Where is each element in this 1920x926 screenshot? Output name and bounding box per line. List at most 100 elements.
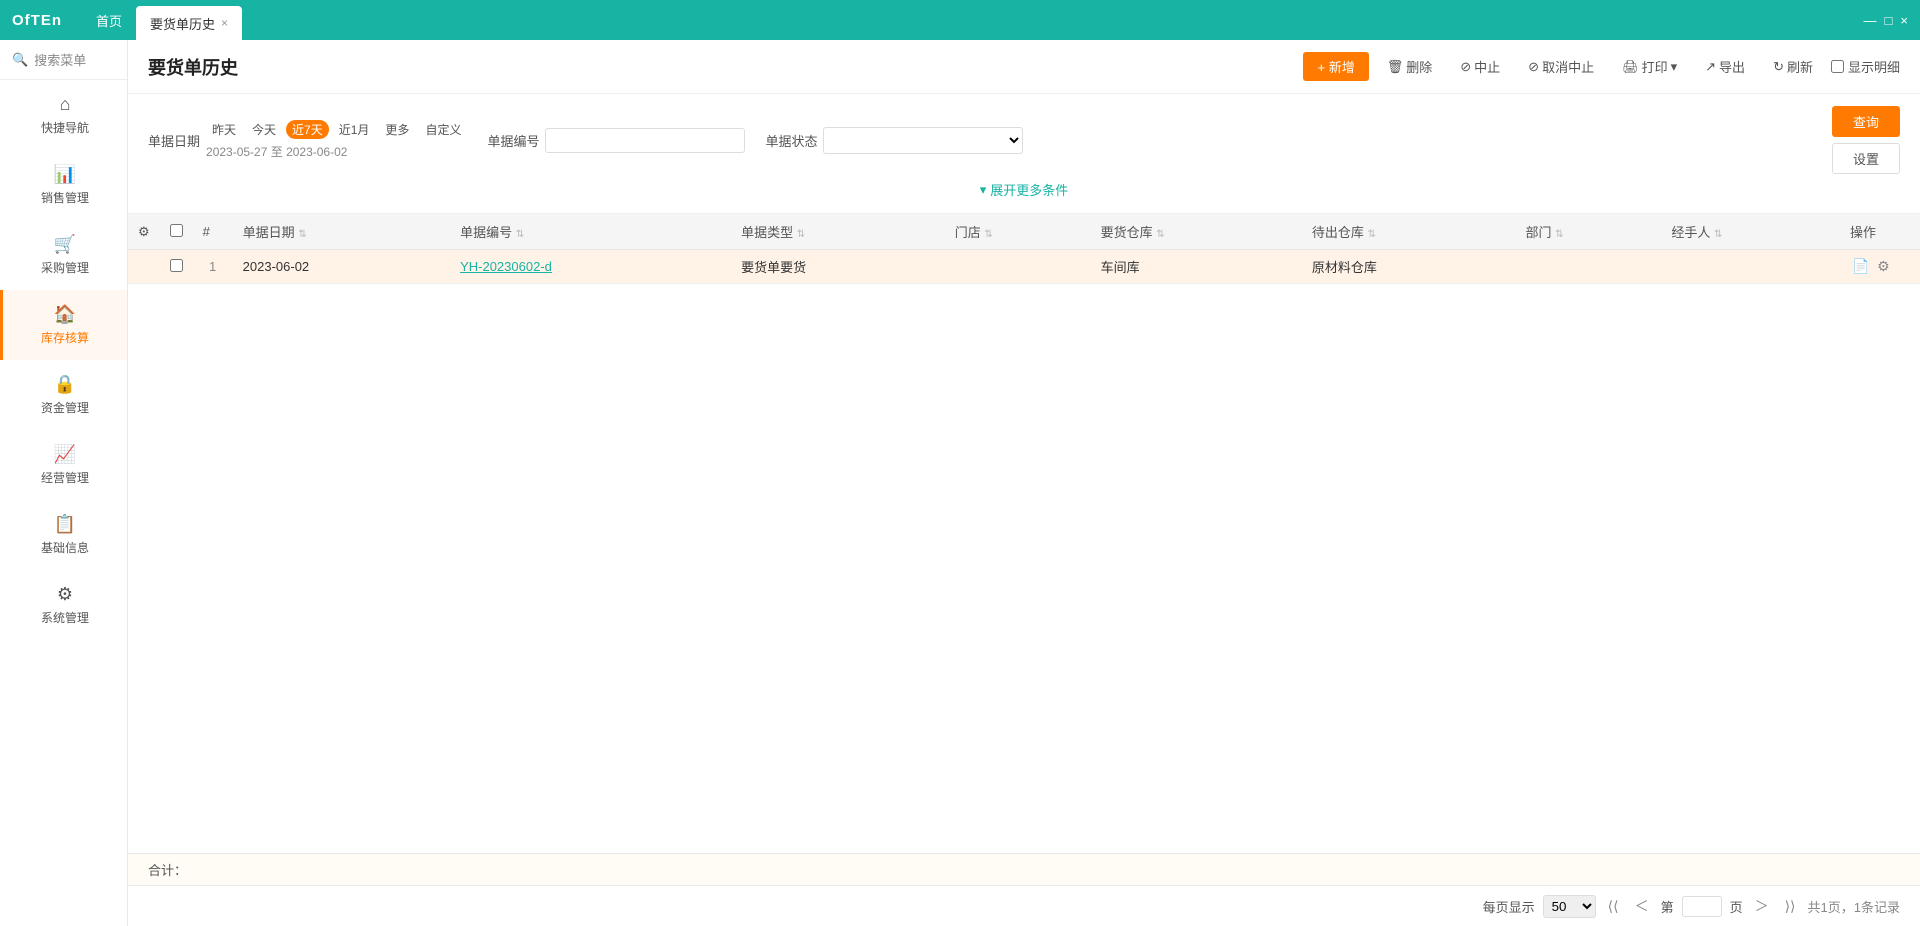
row-department — [1516, 250, 1662, 284]
row-checkbox[interactable] — [160, 250, 193, 284]
stop-button[interactable]: ⊘ 中止 — [1450, 52, 1510, 81]
export-button[interactable]: ↗ 导出 — [1695, 52, 1755, 81]
page-total: 共1页，1条记录 — [1808, 897, 1900, 916]
display-detail-toggle[interactable]: 显示明细 — [1831, 57, 1900, 76]
tab-purchase-history[interactable]: 要货单历史 × — [136, 6, 242, 40]
date-filter-label: 单据日期 — [148, 131, 200, 150]
col-store-header[interactable]: 门店 ⇅ — [945, 214, 1091, 250]
col-gear[interactable]: ⚙ — [128, 214, 160, 250]
col-num-header: # — [193, 214, 233, 250]
sidebar-item-operations[interactable]: 📈 经营管理 — [0, 430, 127, 500]
col-type-header[interactable]: 单据类型 ⇅ — [731, 214, 945, 250]
shortcut-last7days[interactable]: 近7天 — [286, 120, 329, 139]
sidebar-item-quick-nav[interactable]: ⌂ 快捷导航 — [0, 80, 127, 150]
row-pendingwarehouse: 原材料仓库 — [1302, 250, 1516, 284]
row-gear — [128, 250, 160, 284]
close-tab-icon[interactable]: × — [221, 16, 228, 30]
row-actions: 📄 ⚙ — [1840, 250, 1920, 284]
query-button[interactable]: 查询 — [1832, 106, 1900, 137]
row-view-icon[interactable]: 📄 — [1852, 258, 1869, 274]
pagination-prev[interactable]: ＜ — [1631, 894, 1653, 918]
data-table: ⚙ # 单据日期 ⇅ 单据编号 ⇅ — [128, 214, 1920, 284]
col-department-header[interactable]: 部门 ⇅ — [1516, 214, 1662, 250]
sidebar: 🔍 搜索菜单 ⌂ 快捷导航 📊 销售管理 🛒 采购管理 🏠 库存核算 🔒 — [0, 40, 128, 926]
tab-home[interactable]: 首页 — [82, 0, 136, 40]
shortcut-last1month[interactable]: 近1月 — [333, 120, 376, 139]
col-date-header[interactable]: 单据日期 ⇅ — [233, 214, 450, 250]
cancel-stop-button[interactable]: ⊘ 取消中止 — [1518, 52, 1604, 81]
row-handler — [1661, 250, 1840, 284]
pagination: 每页显示 102050100 ⟨⟨ ＜ 第 1 页 ＞ ⟩⟩ 共1页，1条记录 — [128, 885, 1920, 926]
sidebar-search[interactable]: 🔍 搜索菜单 — [0, 40, 127, 80]
window-close-btn[interactable]: × — [1900, 13, 1908, 28]
sales-icon: 📊 — [54, 164, 76, 185]
sort-orderno-icon: ⇅ — [516, 229, 524, 240]
expand-more-btn[interactable]: ▾ 展开更多条件 — [148, 174, 1900, 205]
select-all-checkbox[interactable] — [170, 224, 183, 237]
refresh-button[interactable]: ↻ 刷新 — [1763, 52, 1823, 81]
sort-reqwarehouse-icon: ⇅ — [1156, 229, 1164, 240]
sort-handler-icon: ⇅ — [1714, 229, 1722, 240]
filter-bar: 单据日期 昨天 今天 近7天 近1月 更多 自定义 2023-05-27 至 2… — [128, 94, 1920, 214]
col-reqwarehouse-header[interactable]: 要货仓库 ⇅ — [1091, 214, 1302, 250]
filter-settings-button[interactable]: 设置 — [1832, 143, 1900, 174]
sort-type-icon: ⇅ — [797, 229, 805, 240]
page-title: 要货单历史 — [148, 54, 1303, 80]
sidebar-item-basic-info[interactable]: 📋 基础信息 — [0, 500, 127, 570]
pagination-prev-first[interactable]: ⟨⟨ — [1604, 896, 1623, 917]
display-detail-checkbox[interactable] — [1831, 60, 1844, 73]
print-button[interactable]: 🖨 打印 ▾ — [1612, 52, 1687, 81]
pagination-next-last[interactable]: ⟩⟩ — [1781, 896, 1800, 917]
col-actions-header: 操作 — [1840, 214, 1920, 250]
status-label: 单据状态 — [765, 131, 817, 150]
shortcut-today[interactable]: 今天 — [246, 120, 282, 139]
status-select[interactable] — [823, 127, 1023, 154]
toolbar: + 新增 🗑 删除 ⊘ 中止 ⊘ 取消中止 🖨 打 — [1303, 52, 1900, 81]
page-header: 要货单历史 + 新增 🗑 删除 ⊘ 中止 ⊘ 取消中止 — [128, 40, 1920, 94]
row-edit-icon[interactable]: ⚙ — [1877, 258, 1890, 274]
delete-icon: 🗑 — [1387, 59, 1404, 75]
sort-date-icon: ⇅ — [298, 229, 306, 240]
print-icon: 🖨 — [1622, 59, 1639, 75]
new-button[interactable]: + 新增 — [1303, 52, 1368, 81]
status-filter: 单据状态 — [765, 127, 1023, 154]
sidebar-item-purchase[interactable]: 🛒 采购管理 — [0, 220, 127, 290]
date-filter: 单据日期 昨天 今天 近7天 近1月 更多 自定义 2023-05-27 至 2… — [148, 120, 467, 160]
row-orderno: YH-20230602-d — [450, 250, 731, 284]
system-icon: ⚙ — [57, 584, 73, 605]
row-reqwarehouse: 车间库 — [1091, 250, 1302, 284]
row-date: 2023-06-02 — [233, 250, 450, 284]
shortcut-yesterday[interactable]: 昨天 — [206, 120, 242, 139]
home-icon: ⌂ — [60, 94, 71, 115]
sidebar-item-finance[interactable]: 🔒 资金管理 — [0, 360, 127, 430]
print-dropdown-icon: ▾ — [1671, 59, 1678, 75]
shortcut-more[interactable]: 更多 — [379, 120, 415, 139]
table-row[interactable]: 1 2023-06-02 YH-20230602-d 要货单要货 车间库 原材料… — [128, 250, 1920, 284]
sidebar-item-sales[interactable]: 📊 销售管理 — [0, 150, 127, 220]
operations-icon: 📈 — [54, 444, 76, 465]
sidebar-item-system[interactable]: ⚙ 系统管理 — [0, 570, 127, 640]
pagination-next[interactable]: ＞ — [1751, 894, 1773, 918]
total-label: 合计： — [148, 860, 187, 879]
col-pendingwarehouse-header[interactable]: 待出仓库 ⇅ — [1302, 214, 1516, 250]
page-label-prefix: 第 — [1661, 897, 1674, 916]
finance-icon: 🔒 — [54, 374, 76, 395]
col-handler-header[interactable]: 经手人 ⇅ — [1661, 214, 1840, 250]
sidebar-item-inventory[interactable]: 🏠 库存核算 — [0, 290, 127, 360]
row-store — [945, 250, 1091, 284]
order-number-input[interactable] — [545, 128, 745, 153]
per-page-select[interactable]: 102050100 — [1543, 895, 1596, 918]
date-range-display: 2023-05-27 至 2023-06-02 — [206, 143, 467, 160]
page-number-input[interactable]: 1 — [1682, 896, 1722, 917]
delete-button[interactable]: 🗑 删除 — [1377, 52, 1443, 81]
window-minimize-btn[interactable]: — — [1864, 13, 1877, 28]
row-num: 1 — [193, 250, 233, 284]
col-orderno-header[interactable]: 单据编号 ⇅ — [450, 214, 731, 250]
inventory-icon: 🏠 — [54, 304, 76, 325]
shortcut-custom[interactable]: 自定义 — [419, 120, 467, 139]
table-container: ⚙ # 单据日期 ⇅ 单据编号 ⇅ — [128, 214, 1920, 853]
window-maximize-btn[interactable]: □ — [1885, 13, 1893, 28]
sort-store-icon: ⇅ — [984, 229, 992, 240]
date-shortcuts: 昨天 今天 近7天 近1月 更多 自定义 — [206, 120, 467, 139]
export-icon: ↗ — [1705, 59, 1716, 75]
